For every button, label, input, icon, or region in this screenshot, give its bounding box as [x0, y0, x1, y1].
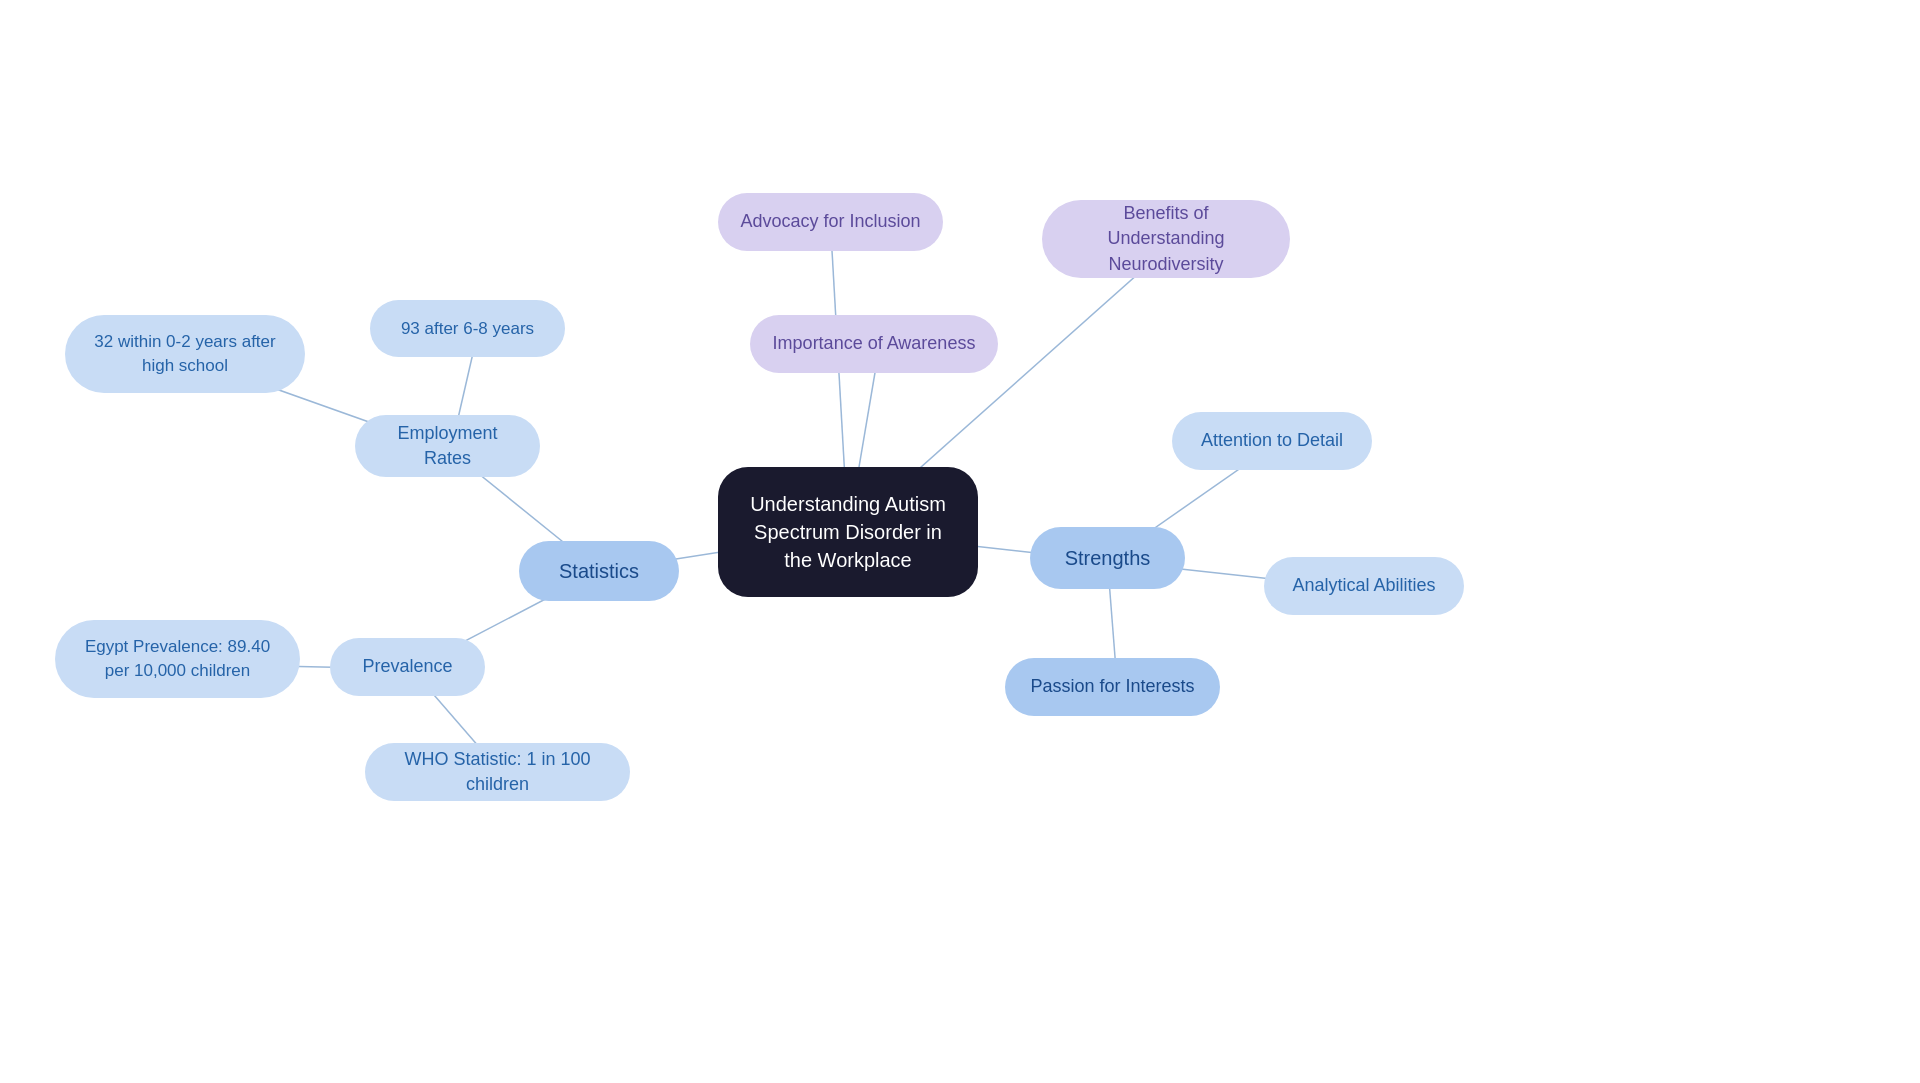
statistics-label: Statistics	[559, 557, 639, 585]
statistics-node: Statistics	[519, 541, 679, 601]
egypt-label: Egypt Prevalence: 89.40 per 10,000 child…	[77, 635, 278, 683]
high-school-node: 32 within 0-2 years after high school	[65, 315, 305, 393]
benefits-node: Benefits of Understanding Neurodiversity	[1042, 200, 1290, 278]
passion-label: Passion for Interests	[1030, 674, 1194, 699]
importance-node: Importance of Awareness	[750, 315, 998, 373]
egypt-node: Egypt Prevalence: 89.40 per 10,000 child…	[55, 620, 300, 698]
advocacy-label: Advocacy for Inclusion	[740, 209, 920, 234]
prevalence-label: Prevalence	[362, 654, 452, 679]
analytical-label: Analytical Abilities	[1292, 573, 1435, 598]
employment-rates-label: Employment Rates	[377, 421, 518, 471]
benefits-label: Benefits of Understanding Neurodiversity	[1064, 201, 1268, 277]
passion-node: Passion for Interests	[1005, 658, 1220, 716]
high-school-label: 32 within 0-2 years after high school	[87, 330, 283, 378]
advocacy-node: Advocacy for Inclusion	[718, 193, 943, 251]
after-years-label: 93 after 6-8 years	[401, 317, 534, 341]
strengths-label: Strengths	[1065, 544, 1151, 572]
attention-label: Attention to Detail	[1201, 428, 1343, 453]
who-node: WHO Statistic: 1 in 100 children	[365, 743, 630, 801]
attention-node: Attention to Detail	[1172, 412, 1372, 470]
who-label: WHO Statistic: 1 in 100 children	[387, 747, 608, 797]
employment-rates-node: Employment Rates	[355, 415, 540, 477]
analytical-node: Analytical Abilities	[1264, 557, 1464, 615]
after-years-node: 93 after 6-8 years	[370, 300, 565, 357]
strengths-node: Strengths	[1030, 527, 1185, 589]
center-node: Understanding Autism Spectrum Disorder i…	[718, 467, 978, 597]
importance-label: Importance of Awareness	[773, 331, 976, 356]
center-label: Understanding Autism Spectrum Disorder i…	[740, 490, 956, 574]
prevalence-node: Prevalence	[330, 638, 485, 696]
